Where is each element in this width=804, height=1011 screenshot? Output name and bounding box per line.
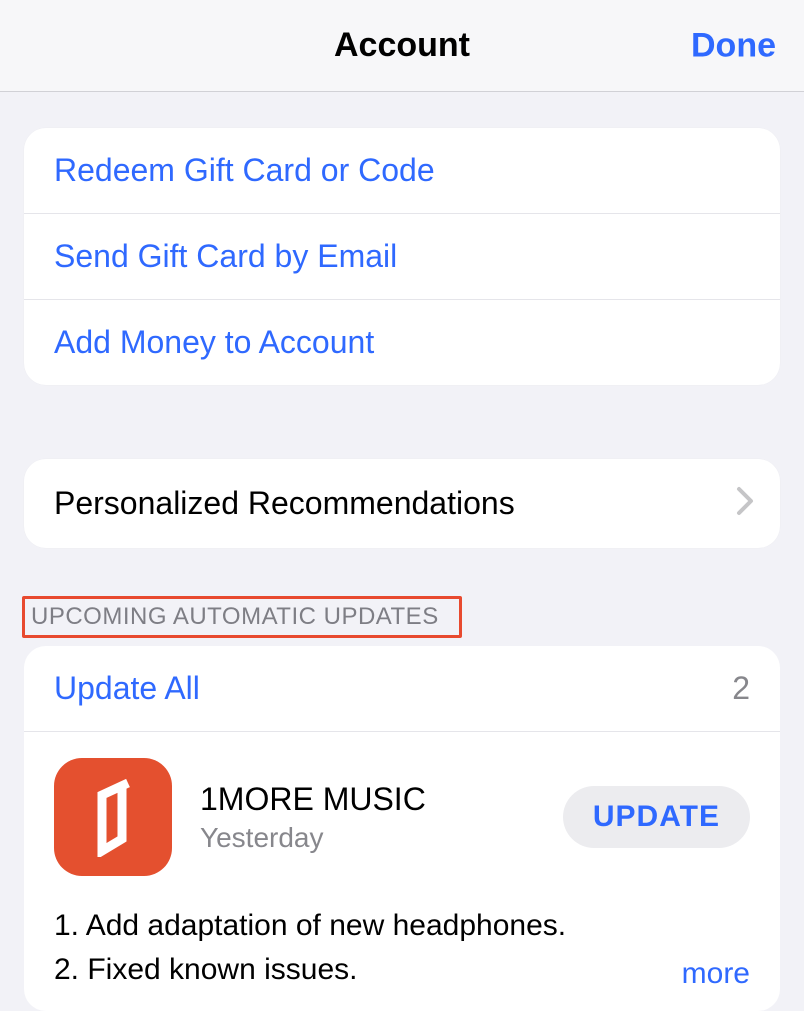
add-money-link[interactable]: Add Money to Account — [24, 300, 780, 385]
app-update-row: 1MORE MUSIC Yesterday UPDATE — [24, 732, 780, 894]
recommendations-section: Personalized Recommendations — [24, 459, 780, 548]
updates-card: Update All 2 1MORE MUSIC Yesterday UPDAT… — [24, 646, 780, 1011]
more-link[interactable]: more — [682, 957, 750, 991]
gift-card-section: Redeem Gift Card or Code Send Gift Card … — [24, 128, 780, 385]
app-update-date: Yesterday — [200, 822, 535, 854]
release-notes-text: 1. Add adaptation of new headphones. 2. … — [54, 904, 566, 991]
update-button[interactable]: UPDATE — [563, 786, 750, 848]
recommendations-label: Personalized Recommendations — [54, 485, 515, 522]
done-button[interactable]: Done — [691, 26, 776, 65]
updates-section-header: UPCOMING AUTOMATIC UPDATES — [31, 603, 439, 631]
release-notes-row: 1. Add adaptation of new headphones. 2. … — [24, 894, 780, 1011]
update-all-row: Update All 2 — [24, 646, 780, 732]
navbar-title: Account — [334, 26, 470, 65]
update-count: 2 — [732, 670, 750, 707]
update-all-button[interactable]: Update All — [54, 670, 200, 707]
app-icon[interactable] — [54, 758, 172, 876]
personalized-recommendations-row[interactable]: Personalized Recommendations — [24, 459, 780, 548]
redeem-gift-card-link[interactable]: Redeem Gift Card or Code — [24, 128, 780, 214]
app-name: 1MORE MUSIC — [200, 781, 535, 818]
app-meta: 1MORE MUSIC Yesterday — [200, 781, 535, 854]
updates-header-highlight: UPCOMING AUTOMATIC UPDATES — [22, 596, 462, 638]
chevron-right-icon — [736, 486, 754, 521]
send-gift-card-link[interactable]: Send Gift Card by Email — [24, 214, 780, 300]
navbar: Account Done — [0, 0, 804, 92]
music-glyph-icon — [78, 777, 148, 857]
